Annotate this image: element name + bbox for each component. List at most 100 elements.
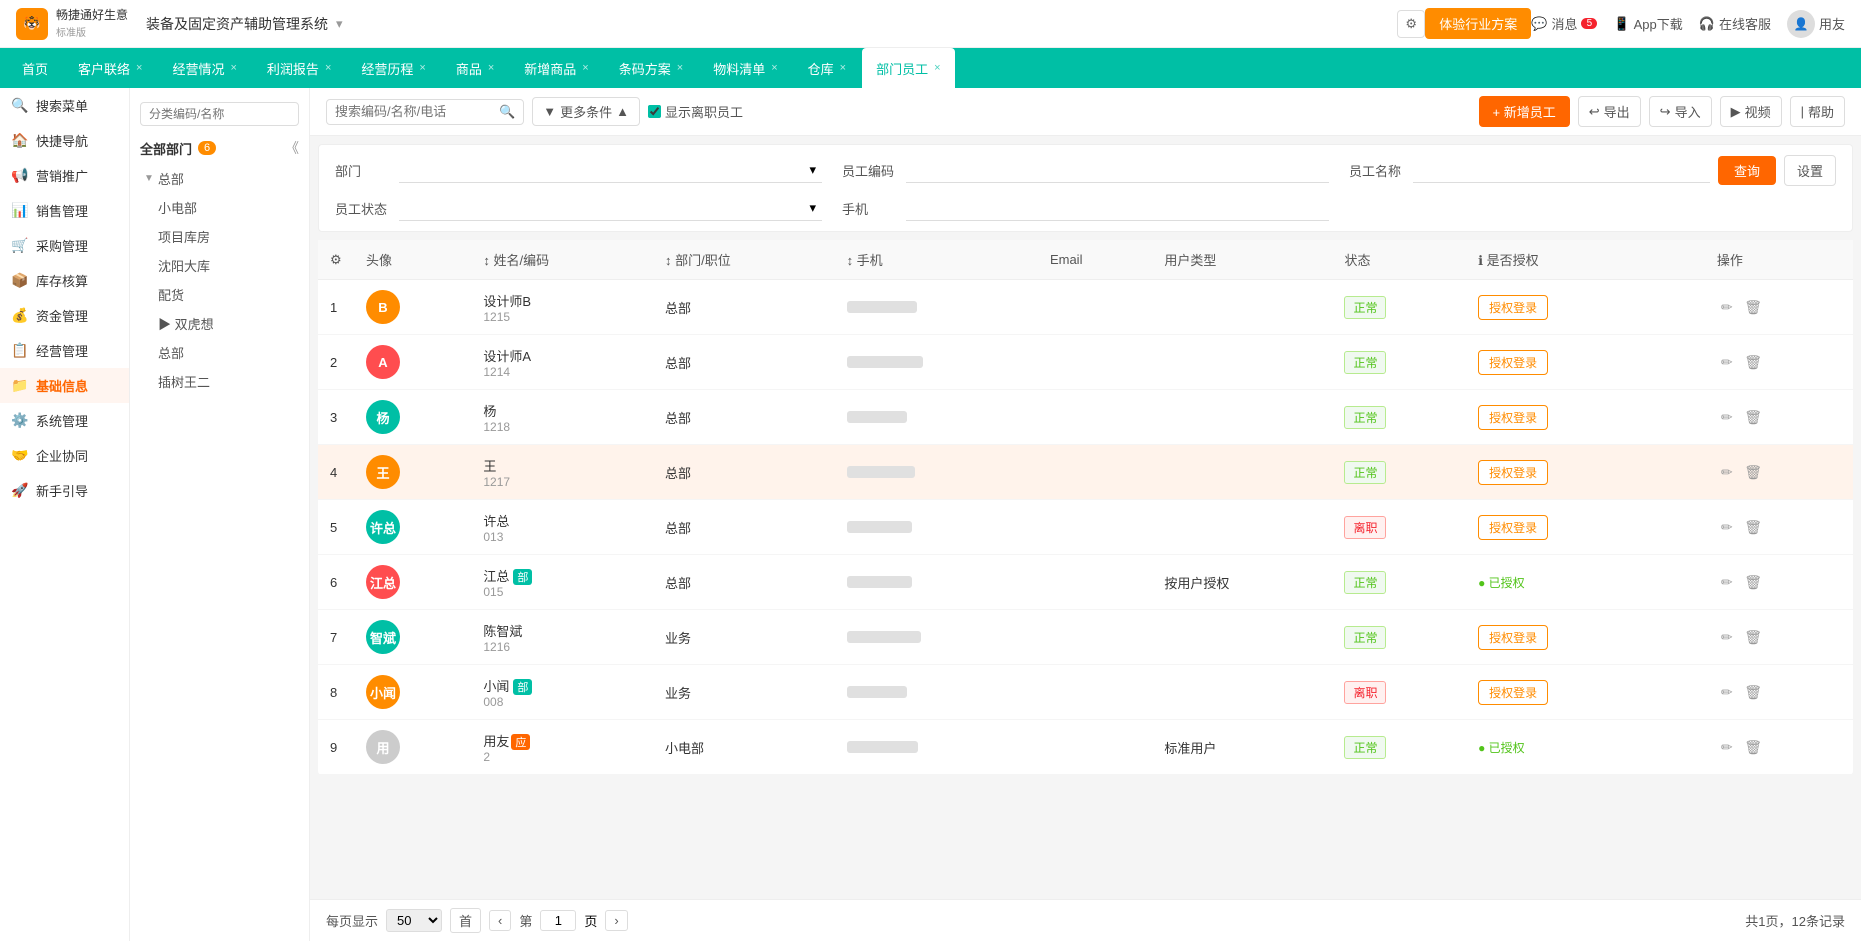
page-input[interactable]	[540, 910, 576, 931]
close-tab-icon[interactable]: ×	[136, 62, 142, 74]
edit-button[interactable]: ✏	[1717, 352, 1737, 373]
help-button[interactable]: | 帮助	[1790, 96, 1845, 127]
dept-search-input[interactable]	[140, 102, 299, 126]
nav-tab-经营历程[interactable]: 经营历程×	[347, 48, 439, 88]
close-tab-icon[interactable]: ×	[677, 62, 683, 74]
close-tab-icon[interactable]: ×	[230, 62, 236, 74]
settings-column-header[interactable]: ⚙	[318, 240, 354, 280]
close-tab-icon[interactable]: ×	[840, 62, 846, 74]
delete-button[interactable]: 🗑	[1740, 352, 1766, 373]
auth-login-button[interactable]: 授权登录	[1478, 350, 1548, 375]
sidebar-item-资金管理[interactable]: 💰 资金管理	[0, 298, 129, 333]
auth-login-button[interactable]: 授权登录	[1478, 515, 1548, 540]
close-tab-icon[interactable]: ×	[419, 62, 425, 74]
close-tab-icon[interactable]: ×	[488, 62, 494, 74]
nav-tab-新增商品[interactable]: 新增商品×	[510, 48, 602, 88]
settings-gear[interactable]: ⚙	[1397, 10, 1425, 38]
auth-login-button[interactable]: 授权登录	[1478, 460, 1548, 485]
delete-button[interactable]: 🗑	[1740, 682, 1766, 703]
tree-node-child-总部[interactable]: 总部	[130, 338, 309, 367]
tree-node-child-双虎想[interactable]: ▶ 双虎想	[130, 309, 309, 338]
first-page-btn[interactable]: 首	[450, 908, 481, 933]
sidebar-item-采购管理[interactable]: 🛒 采购管理	[0, 228, 129, 263]
add-employee-button[interactable]: + 新增员工	[1479, 96, 1570, 127]
nav-tab-客户联络[interactable]: 客户联络×	[64, 48, 156, 88]
dept-select[interactable]: ▾	[399, 158, 822, 183]
edit-button[interactable]: ✏	[1717, 517, 1737, 538]
nav-tab-经营情况[interactable]: 经营情况×	[158, 48, 250, 88]
sidebar-item-库存核算[interactable]: 📦 库存核算	[0, 263, 129, 298]
sidebar-item-营销推广[interactable]: 📢 营销推广	[0, 158, 129, 193]
page-size-select[interactable]: 50 100 200	[386, 909, 442, 932]
sidebar-item-快捷导航[interactable]: 🏠 快捷导航	[0, 123, 129, 158]
export-button[interactable]: ↩ 导出	[1578, 96, 1641, 127]
delete-button[interactable]: 🗑	[1740, 627, 1766, 648]
experience-button[interactable]: 体验行业方案	[1425, 8, 1531, 39]
delete-button[interactable]: 🗑	[1740, 407, 1766, 428]
edit-button[interactable]: ✏	[1717, 627, 1737, 648]
edit-button[interactable]: ✏	[1717, 682, 1737, 703]
delete-button[interactable]: 🗑	[1740, 572, 1766, 593]
nav-tab-商品[interactable]: 商品×	[442, 48, 508, 88]
sidebar-item-新手引导[interactable]: 🚀 新手引导	[0, 473, 129, 508]
sidebar-item-企业协同[interactable]: 🤝 企业协同	[0, 438, 129, 473]
nav-tab-利润报告[interactable]: 利润报告×	[253, 48, 345, 88]
delete-button[interactable]: 🗑	[1740, 737, 1766, 758]
online-service-btn[interactable]: 🎧 在线客服	[1699, 14, 1771, 33]
next-page-btn[interactable]: ›	[605, 910, 627, 931]
delete-button[interactable]: 🗑	[1740, 297, 1766, 318]
dept-tree-all-label[interactable]: 全部部门	[140, 139, 192, 158]
nav-tab-条码方案[interactable]: 条码方案×	[605, 48, 697, 88]
view-button[interactable]: ▶ 视频	[1720, 96, 1782, 127]
nav-tab-首页[interactable]: 首页	[8, 48, 62, 88]
nav-tab-物料清单[interactable]: 物料清单×	[699, 48, 791, 88]
phone-input[interactable]	[906, 197, 1329, 221]
edit-button[interactable]: ✏	[1717, 407, 1737, 428]
more-conditions-btn[interactable]: ▼ 更多条件 ▲	[532, 97, 640, 126]
tree-node-child-项目库房[interactable]: 项目库房	[130, 222, 309, 251]
search-input[interactable]	[335, 104, 495, 119]
show-resigned-toggle[interactable]: 显示离职员工	[648, 102, 743, 121]
nav-tab-仓库[interactable]: 仓库×	[794, 48, 860, 88]
emp-status-select[interactable]: ▾	[399, 196, 822, 221]
app-download-btn[interactable]: 📱 App下载	[1613, 14, 1682, 33]
edit-button[interactable]: ✏	[1717, 572, 1737, 593]
tree-node-child-插树王二[interactable]: 插树王二	[130, 367, 309, 396]
tree-node-child-小电部[interactable]: 小电部	[130, 193, 309, 222]
sidebar-item-基础信息[interactable]: 📁 基础信息	[0, 368, 129, 403]
dropdown-icon[interactable]: ▾	[336, 16, 343, 32]
tree-node-child-配货[interactable]: 配货	[130, 280, 309, 309]
phone-column-header[interactable]: ↕ 手机	[835, 240, 1038, 280]
close-tab-icon[interactable]: ×	[325, 62, 331, 74]
auth-login-button[interactable]: 授权登录	[1478, 625, 1548, 650]
dept-column-header[interactable]: ↕ 部门/职位	[653, 240, 835, 280]
name-column-header[interactable]: ↕ 姓名/编码	[471, 240, 653, 280]
tree-node-总部[interactable]: ▼总部	[130, 164, 309, 193]
sidebar-item-经营管理[interactable]: 📋 经营管理	[0, 333, 129, 368]
auth-login-button[interactable]: 授权登录	[1478, 680, 1548, 705]
query-button[interactable]: 查询	[1718, 156, 1776, 185]
delete-button[interactable]: 🗑	[1740, 462, 1766, 483]
message-btn[interactable]: 💬 消息 5	[1531, 14, 1597, 33]
close-tab-icon[interactable]: ×	[934, 62, 940, 74]
emp-name-input[interactable]	[1413, 159, 1710, 183]
auth-login-button[interactable]: 授权登录	[1478, 405, 1548, 430]
close-tab-icon[interactable]: ×	[582, 62, 588, 74]
sidebar-item-系统管理[interactable]: ⚙️ 系统管理	[0, 403, 129, 438]
user-info[interactable]: 👤 用友	[1787, 10, 1845, 38]
edit-button[interactable]: ✏	[1717, 462, 1737, 483]
sidebar-item-搜索菜单[interactable]: 🔍 搜索菜单	[0, 88, 129, 123]
reset-button[interactable]: 设置	[1784, 155, 1836, 186]
import-button[interactable]: ↪ 导入	[1649, 96, 1712, 127]
nav-tab-部门员工[interactable]: 部门员工×	[862, 48, 954, 88]
close-tab-icon[interactable]: ×	[771, 62, 777, 74]
search-icon[interactable]: 🔍	[499, 104, 515, 120]
sidebar-item-销售管理[interactable]: 📊 销售管理	[0, 193, 129, 228]
edit-button[interactable]: ✏	[1717, 737, 1737, 758]
delete-button[interactable]: 🗑	[1740, 517, 1766, 538]
collapse-icon[interactable]: 《	[285, 138, 299, 158]
prev-page-btn[interactable]: ‹	[489, 910, 511, 931]
edit-button[interactable]: ✏	[1717, 297, 1737, 318]
tree-node-child-沈阳大库[interactable]: 沈阳大库	[130, 251, 309, 280]
auth-login-button[interactable]: 授权登录	[1478, 295, 1548, 320]
